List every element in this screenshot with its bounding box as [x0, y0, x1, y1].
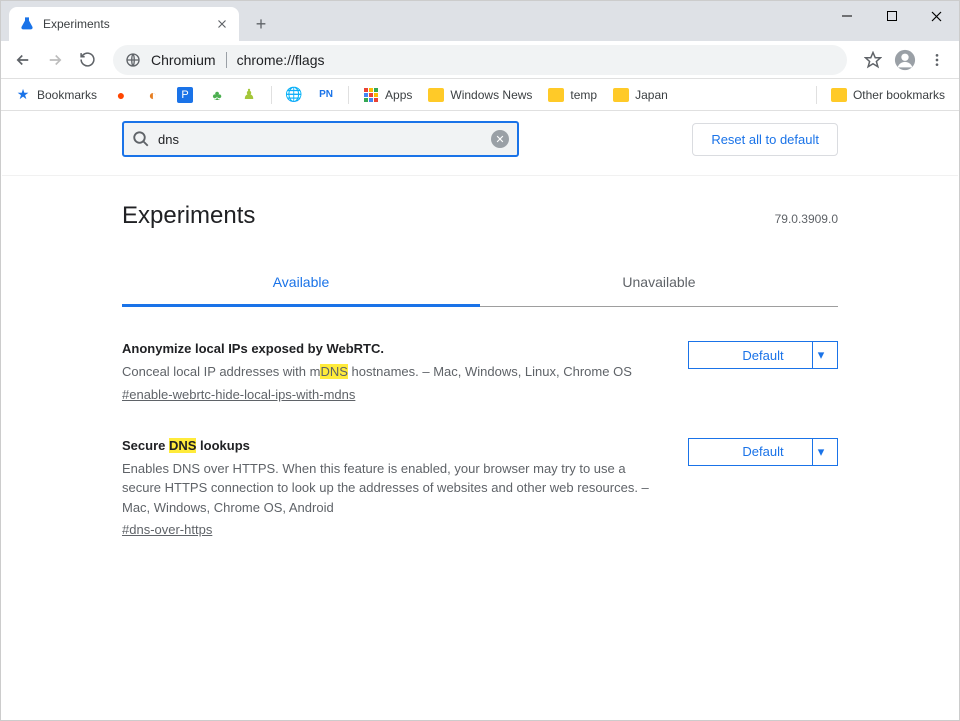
toolbar: Chromium chrome://flags: [1, 41, 959, 79]
search-input[interactable]: [158, 132, 491, 147]
search-row: ✕ Reset all to default: [2, 121, 958, 176]
bookmark-label: Japan: [635, 88, 668, 102]
flag-description: Enables DNS over HTTPS. When this featur…: [122, 459, 658, 518]
apps-icon: [363, 87, 379, 103]
new-tab-button[interactable]: +: [247, 10, 275, 38]
star-icon: ★: [15, 87, 31, 103]
reddit-icon: ●: [113, 87, 129, 103]
bookmark-separator: [348, 86, 349, 104]
folder-icon: [548, 88, 564, 102]
globe-icon: 🌐: [286, 87, 302, 103]
url-host: Chromium: [151, 52, 216, 68]
version-text: 79.0.3909.0: [775, 212, 838, 226]
reset-all-button[interactable]: Reset all to default: [692, 123, 838, 156]
flag-select[interactable]: Default: [688, 438, 838, 466]
bookmarks-item[interactable]: ★ Bookmarks: [9, 83, 103, 107]
site-icon: PN: [318, 87, 334, 103]
bookmarks-bar: ★ Bookmarks ● ◐ P ♣ ♟ 🌐 PN Apps Windows …: [1, 79, 959, 111]
browser-tab[interactable]: Experiments: [9, 7, 239, 41]
forward-button[interactable]: [41, 46, 69, 74]
bookmark-site-1[interactable]: ◐: [139, 83, 167, 107]
folder-icon: [831, 88, 847, 102]
tabs-row: Available Unavailable: [122, 260, 838, 307]
flag-item: Secure DNS lookups Enables DNS over HTTP…: [122, 404, 838, 540]
bookmark-site-4[interactable]: 🌐: [280, 83, 308, 107]
tab-unavailable[interactable]: Unavailable: [480, 260, 838, 306]
clear-search-button[interactable]: ✕: [491, 130, 509, 148]
folder-icon: [613, 88, 629, 102]
select-value: Default: [742, 348, 783, 363]
close-window-button[interactable]: [914, 1, 959, 31]
site-icon: ◐: [145, 87, 161, 103]
android-icon: ♟: [241, 87, 257, 103]
select-value: Default: [742, 444, 783, 459]
bookmark-label: Bookmarks: [37, 88, 97, 102]
site-icon: P: [177, 87, 193, 103]
flag-description: Conceal local IP addresses with mDNS hos…: [122, 362, 658, 382]
url-text: Chromium chrome://flags: [151, 52, 325, 68]
window-controls: [824, 1, 959, 31]
header-row: Experiments 79.0.3909.0: [122, 202, 838, 230]
title-bar: Experiments +: [1, 1, 959, 41]
bookmark-folder[interactable]: temp: [542, 84, 603, 106]
profile-icon[interactable]: [891, 46, 919, 74]
bookmark-separator: [271, 86, 272, 104]
search-box[interactable]: ✕: [122, 121, 519, 157]
flag-title: Anonymize local IPs exposed by WebRTC.: [122, 341, 658, 356]
globe-icon: [125, 52, 141, 68]
bookmark-reddit[interactable]: ●: [107, 83, 135, 107]
url-divider: [226, 52, 227, 68]
bookmark-label: Apps: [385, 88, 412, 102]
tab-title: Experiments: [43, 17, 215, 31]
minimize-button[interactable]: [824, 1, 869, 31]
reload-button[interactable]: [73, 46, 101, 74]
bookmark-android[interactable]: ♟: [235, 83, 263, 107]
maximize-button[interactable]: [869, 1, 914, 31]
content-area[interactable]: ✕ Reset all to default Experiments 79.0.…: [2, 111, 958, 719]
back-button[interactable]: [9, 46, 37, 74]
bookmark-label: Other bookmarks: [853, 88, 945, 102]
flag-select[interactable]: Default: [688, 341, 838, 369]
tab-available[interactable]: Available: [122, 260, 480, 307]
folder-icon: [428, 88, 444, 102]
close-icon[interactable]: [215, 17, 229, 31]
flag-anchor-link[interactable]: #enable-webrtc-hide-local-ips-with-mdns: [122, 387, 355, 402]
bookmark-apps[interactable]: Apps: [357, 83, 418, 107]
flag-anchor-link[interactable]: #dns-over-https: [122, 522, 212, 537]
bookmark-site-3[interactable]: ♣: [203, 83, 231, 107]
bookmark-label: temp: [570, 88, 597, 102]
url-path: chrome://flags: [237, 52, 325, 68]
menu-icon[interactable]: [923, 46, 951, 74]
search-icon: [132, 130, 150, 148]
flag-item: Anonymize local IPs exposed by WebRTC. C…: [122, 307, 838, 404]
bookmark-label: Windows News: [450, 88, 532, 102]
bookmark-separator: [816, 86, 817, 104]
bookmark-folder[interactable]: Windows News: [422, 84, 538, 106]
bookmark-star-icon[interactable]: [859, 46, 887, 74]
bookmark-folder[interactable]: Japan: [607, 84, 674, 106]
flask-icon: [19, 16, 35, 32]
search-highlight: DNS: [169, 438, 196, 453]
site-icon: ♣: [209, 87, 225, 103]
other-bookmarks[interactable]: Other bookmarks: [825, 84, 951, 106]
bookmark-site-5[interactable]: PN: [312, 83, 340, 107]
bookmark-site-2[interactable]: P: [171, 83, 199, 107]
address-bar[interactable]: Chromium chrome://flags: [113, 45, 847, 75]
page-title: Experiments: [122, 202, 255, 230]
search-highlight: DNS: [320, 364, 347, 379]
flag-title: Secure DNS lookups: [122, 438, 658, 453]
